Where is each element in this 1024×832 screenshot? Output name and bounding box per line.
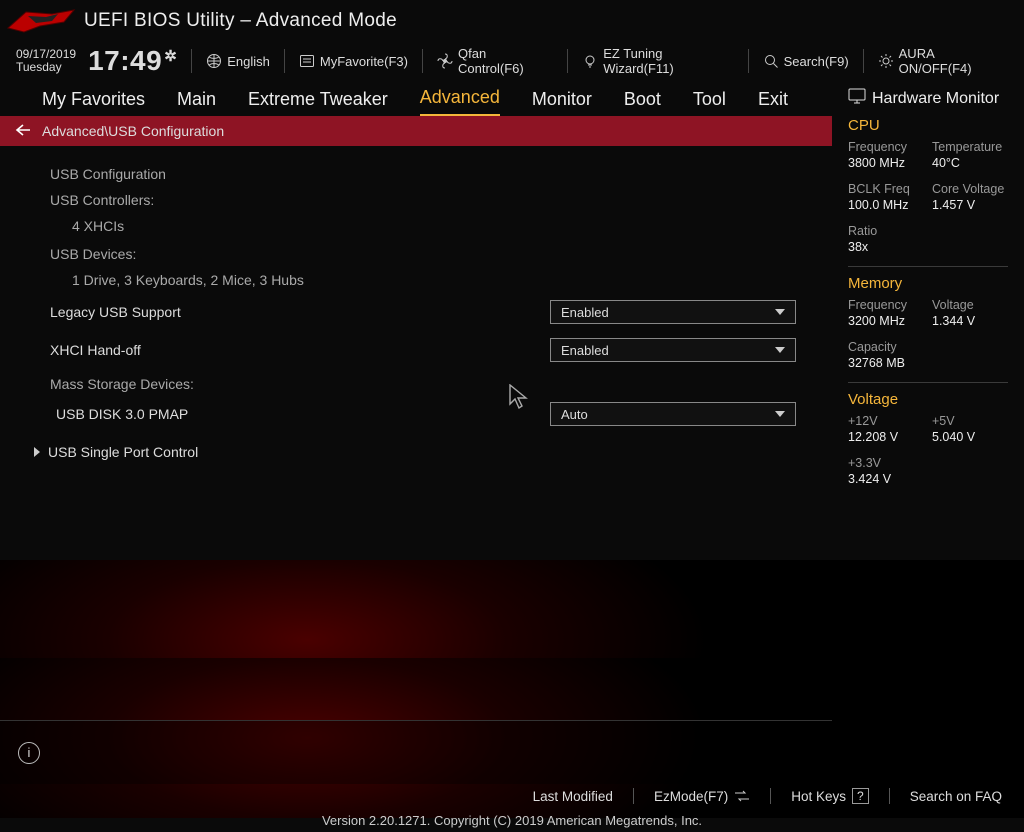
row-mass-device: USB DISK 3.0 PMAP Auto <box>50 402 1002 426</box>
last-modified-button[interactable]: Last Modified <box>533 789 613 804</box>
hotkeys-button[interactable]: Hot Keys ? <box>791 788 868 804</box>
sun-icon <box>878 53 894 69</box>
tab-boot[interactable]: Boot <box>624 89 661 116</box>
main-panel: USB Configuration USB Controllers: 4 XHC… <box>0 146 1024 720</box>
legacy-usb-label: Legacy USB Support <box>50 304 550 320</box>
footer-actions: Last Modified EzMode(F7) Hot Keys ? Sear… <box>0 784 1024 808</box>
info-row: 09/17/2019 Tuesday 17:49 ✲ English MyFav… <box>0 42 1024 80</box>
mass-device-name: USB DISK 3.0 PMAP <box>50 406 550 422</box>
controllers-label: USB Controllers: <box>50 192 1002 208</box>
tab-monitor[interactable]: Monitor <box>532 89 592 116</box>
bulb-icon <box>582 53 598 69</box>
xhci-label: XHCI Hand-off <box>50 342 550 358</box>
aura-button[interactable]: AURA ON/OFF(F4) <box>878 46 1008 76</box>
info-icon: i <box>18 742 40 764</box>
globe-icon <box>206 53 222 69</box>
back-arrow-icon[interactable] <box>14 123 32 140</box>
day-text: Tuesday <box>16 61 76 74</box>
language-button[interactable]: English <box>206 53 270 69</box>
search-icon <box>763 53 779 69</box>
app-title: UEFI BIOS Utility – Advanced Mode <box>84 10 397 32</box>
qfan-button[interactable]: Qfan Control(F6) <box>437 46 553 76</box>
tab-main[interactable]: Main <box>177 89 216 116</box>
xhci-dropdown[interactable]: Enabled <box>550 338 796 362</box>
fan-icon <box>437 53 453 69</box>
section-heading: USB Configuration <box>50 166 1002 182</box>
time-display: 17:49 ✲ <box>88 45 177 77</box>
list-icon <box>299 53 315 69</box>
tab-extreme-tweaker[interactable]: Extreme Tweaker <box>248 89 388 116</box>
row-xhci-handoff: XHCI Hand-off Enabled <box>50 338 1002 362</box>
breadcrumb-text: Advanced\USB Configuration <box>42 123 224 139</box>
date-block: 09/17/2019 Tuesday <box>16 48 76 74</box>
tab-tool[interactable]: Tool <box>693 89 726 116</box>
title-bar: UEFI BIOS Utility – Advanced Mode <box>0 0 1024 42</box>
gear-icon[interactable]: ✲ <box>164 47 177 65</box>
ezmode-button[interactable]: EzMode(F7) <box>654 789 750 804</box>
tab-exit[interactable]: Exit <box>758 89 788 116</box>
cpu-heading: CPU <box>848 117 1008 134</box>
chevron-down-icon <box>775 347 785 353</box>
mass-storage-label: Mass Storage Devices: <box>50 376 1002 392</box>
version-footer: Version 2.20.1271. Copyright (C) 2019 Am… <box>0 808 1024 832</box>
tab-advanced[interactable]: Advanced <box>420 87 500 116</box>
ez-tuning-button[interactable]: EZ Tuning Wizard(F11) <box>582 46 733 76</box>
chevron-right-icon <box>34 447 40 457</box>
legacy-usb-dropdown[interactable]: Enabled <box>550 300 796 324</box>
rog-logo-icon <box>6 6 76 36</box>
devices-value: 1 Drive, 3 Keyboards, 2 Mice, 3 Hubs <box>72 272 1002 288</box>
devices-label: USB Devices: <box>50 246 1002 262</box>
swap-icon <box>734 790 750 802</box>
search-button[interactable]: Search(F9) <box>763 53 849 69</box>
mass-device-dropdown[interactable]: Auto <box>550 402 796 426</box>
chevron-down-icon <box>775 411 785 417</box>
submenu-usb-single-port[interactable]: USB Single Port Control <box>50 444 1002 460</box>
tab-my-favorites[interactable]: My Favorites <box>42 89 145 116</box>
help-band: i <box>0 720 832 784</box>
tab-bar: My Favorites Main Extreme Tweaker Advanc… <box>0 80 1024 116</box>
myfavorite-button[interactable]: MyFavorite(F3) <box>299 53 408 69</box>
search-faq-button[interactable]: Search on FAQ <box>910 789 1002 804</box>
controllers-value: 4 XHCIs <box>72 218 1002 234</box>
chevron-down-icon <box>775 309 785 315</box>
row-legacy-usb: Legacy USB Support Enabled <box>50 300 1002 324</box>
breadcrumb-bar: Advanced\USB Configuration <box>0 116 832 146</box>
